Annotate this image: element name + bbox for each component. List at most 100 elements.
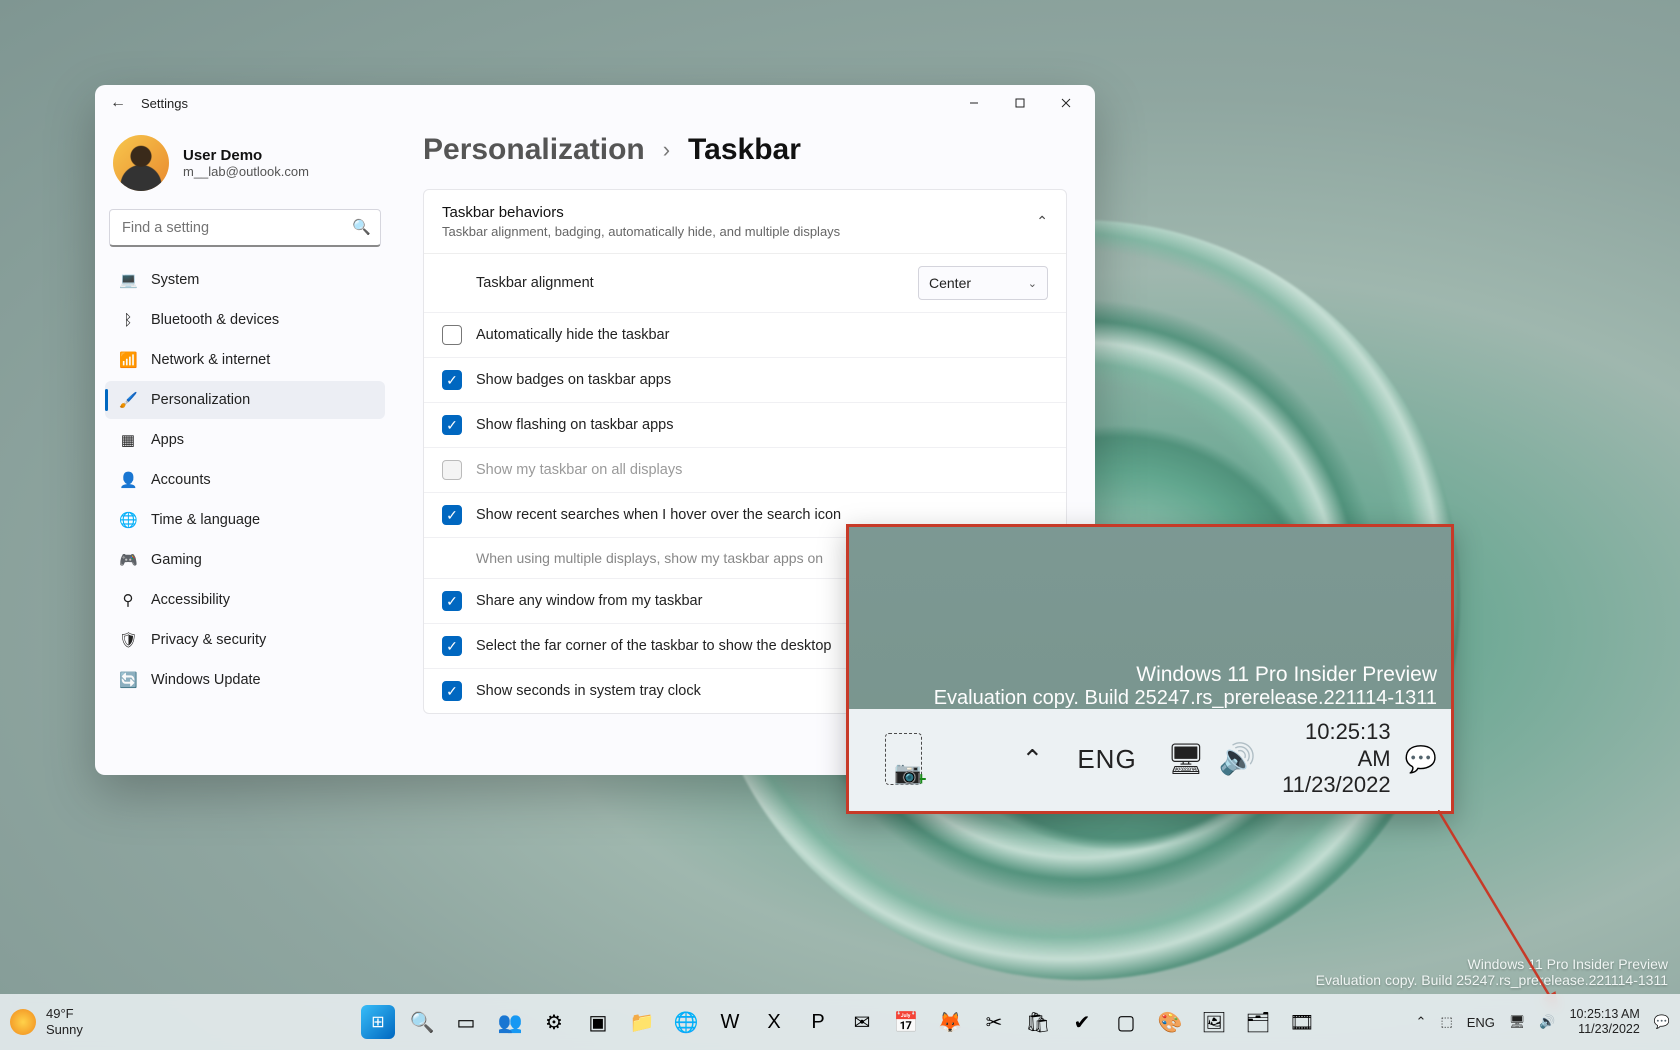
taskbar-terminal-icon[interactable]: ▣ [581,1005,615,1039]
nav-label: Time & language [151,512,260,528]
taskbar-settings-icon[interactable]: ⚙ [537,1005,571,1039]
taskbar-outlook-icon[interactable]: ✉ [845,1005,879,1039]
taskbar-taskview-icon[interactable]: ▭ [449,1005,483,1039]
notifications-icon[interactable]: 💬 [1654,1014,1670,1030]
sidebar-item-personalization[interactable]: 🖌️ Personalization [105,381,385,419]
weather-widget[interactable]: 49°F Sunny [10,1006,220,1037]
inset-watermark-line1: Windows 11 Pro Insider Preview [934,663,1437,687]
titlebar: ← Settings [95,85,1095,121]
checkbox[interactable]: ✓ [442,415,462,435]
sidebar-item-gaming[interactable]: 🎮Gaming [105,541,385,579]
taskbar-snip-icon[interactable]: ✂ [977,1005,1011,1039]
breadcrumb: Personalization › Taskbar [423,133,1067,167]
card-subtitle: Taskbar alignment, badging, automaticall… [442,224,840,239]
taskbar-search-icon[interactable]: 🔍 [405,1005,439,1039]
sidebar-item-network-internet[interactable]: 📶 Network & internet [105,341,385,379]
network-icon[interactable]: 🖥 [1509,1014,1526,1030]
taskbar-word-icon[interactable]: W [713,1005,747,1039]
clock-block[interactable]: 10:25:13 AM 11/23/2022 [1282,719,1390,798]
taskbar-behaviors-header[interactable]: Taskbar behaviors Taskbar alignment, bad… [424,190,1066,254]
system-tray: ⌃ ⬚ ENG 🖥 🔊 10:25:13 AM 11/23/2022 💬 [1416,1007,1670,1037]
taskbar-paint-icon[interactable]: 🎨 [1153,1005,1187,1039]
setting-row[interactable]: ✓ Show badges on taskbar apps [424,357,1066,402]
sidebar-item-windows-update[interactable]: 🔄Windows Update [105,661,385,699]
volume-icon[interactable]: 🔊 [1539,1014,1555,1030]
checkbox[interactable] [442,325,462,345]
nav-label: Network & internet [151,352,270,368]
checkbox[interactable]: ✓ [442,505,462,525]
search-input[interactable] [109,209,381,247]
taskbar-clock[interactable]: 10:25:13 AM 11/23/2022 [1570,1007,1640,1037]
checkbox[interactable]: ✓ [442,636,462,656]
weather-temp: 49°F [46,1006,83,1022]
inset-date: 11/23/2022 [1282,772,1390,798]
taskbar-calendar-icon[interactable]: 📅 [889,1005,923,1039]
taskbar-todo-icon[interactable]: ✔ [1065,1005,1099,1039]
nav-icon: 🎮 [119,551,137,569]
sidebar-item-bluetooth-devices[interactable]: ᛒBluetooth & devices [105,301,385,339]
close-button[interactable] [1043,86,1089,120]
sidebar-item-apps[interactable]: ▦ Apps [105,421,385,459]
chevron-down-icon: ⌄ [1028,277,1037,290]
checkbox[interactable]: ✓ [442,591,462,611]
taskbar-store-icon[interactable]: 🛍 [1021,1005,1055,1039]
taskbar-whiteboard-icon[interactable]: ▢ [1109,1005,1143,1039]
notifications-icon[interactable]: 💬 [1405,744,1437,775]
nav-icon: 🌐 [119,511,137,529]
nav-icon: ⚲ [119,591,137,609]
taskbar-gallery-icon[interactable]: 🗂 [1241,1005,1275,1039]
chevron-up-icon[interactable]: ⌃ [1036,213,1048,230]
taskbar-center-icons: ⊞ 🔍 ▭ 👥 ⚙ ▣ 📁 🌐 WXP ✉ 📅 🦊 ✂ 🛍 ✔ ▢ 🎨 🖼 🗂 🎞 [361,1005,1319,1039]
tray-overflow-icon[interactable]: ⌃ [1022,744,1044,775]
back-button[interactable]: ← [101,86,135,120]
nav-label: Bluetooth & devices [151,312,279,328]
sidebar-item-accounts[interactable]: 👤Accounts [105,461,385,499]
alignment-value: Center [929,275,971,291]
sidebar-item-accessibility[interactable]: ⚲Accessibility [105,581,385,619]
language-indicator[interactable]: ENG [1077,744,1136,775]
language-indicator[interactable]: ENG [1467,1015,1495,1030]
tray-overflow-icon[interactable]: ⌃ [1416,1014,1427,1030]
search-icon: 🔍 [352,218,371,236]
snipping-tool-icon[interactable]: + [885,733,922,785]
checkbox[interactable]: ✓ [442,370,462,390]
sidebar-item-system[interactable]: 💻System [105,261,385,299]
nav-label: Apps [151,432,184,448]
nav-icon: 📶 [119,351,137,369]
network-icon[interactable]: 🖥 [1167,742,1205,777]
setting-label: Share any window from my taskbar [476,593,702,609]
minimize-button[interactable] [951,86,997,120]
touchpad-icon[interactable]: ⬚ [1440,1014,1452,1030]
taskbar-media-icon[interactable]: 🎞 [1285,1005,1319,1039]
desktop-watermark: Windows 11 Pro Insider Preview Evaluatio… [1316,956,1668,988]
alignment-select[interactable]: Center ⌄ [918,266,1048,300]
user-account-block[interactable]: User Demo m__lab@outlook.com [105,125,385,209]
taskbar-teams-icon[interactable]: 👥 [493,1005,527,1039]
setting-row[interactable]: ✓Show flashing on taskbar apps [424,402,1066,447]
taskbar-fox-icon[interactable]: 🦊 [933,1005,967,1039]
setting-label: Select the far corner of the taskbar to … [476,638,831,654]
volume-icon[interactable]: 🔊 [1219,742,1256,777]
setting-label: Show badges on taskbar apps [476,372,671,388]
taskbar-excel-icon[interactable]: X [757,1005,791,1039]
setting-label: Automatically hide the taskbar [476,327,669,343]
sidebar-item-time-language[interactable]: 🌐 Time & language [105,501,385,539]
taskbar-explorer-icon[interactable]: 📁 [625,1005,659,1039]
setting-row[interactable]: Automatically hide the taskbar [424,312,1066,357]
taskbar-start-icon[interactable]: ⊞ [361,1005,395,1039]
inset-time: 10:25:13 AM [1282,719,1390,772]
maximize-button[interactable] [997,86,1043,120]
nav-icon: ▦ [119,431,137,449]
taskbar-edge-icon[interactable]: 🌐 [669,1005,703,1039]
checkbox[interactable]: ✓ [442,681,462,701]
nav-icon: 🖌️ [119,391,137,409]
taskbar-powerpoint-icon[interactable]: P [801,1005,835,1039]
sun-icon [10,1009,36,1035]
nav-label: System [151,272,199,288]
alignment-label: Taskbar alignment [476,275,594,291]
sidebar-item-privacy-security[interactable]: 🛡Privacy & security [105,621,385,659]
crumb-parent[interactable]: Personalization [423,133,645,167]
taskbar-photos-icon[interactable]: 🖼 [1197,1005,1231,1039]
weather-cond: Sunny [46,1022,83,1038]
nav-label: Personalization [151,392,250,408]
